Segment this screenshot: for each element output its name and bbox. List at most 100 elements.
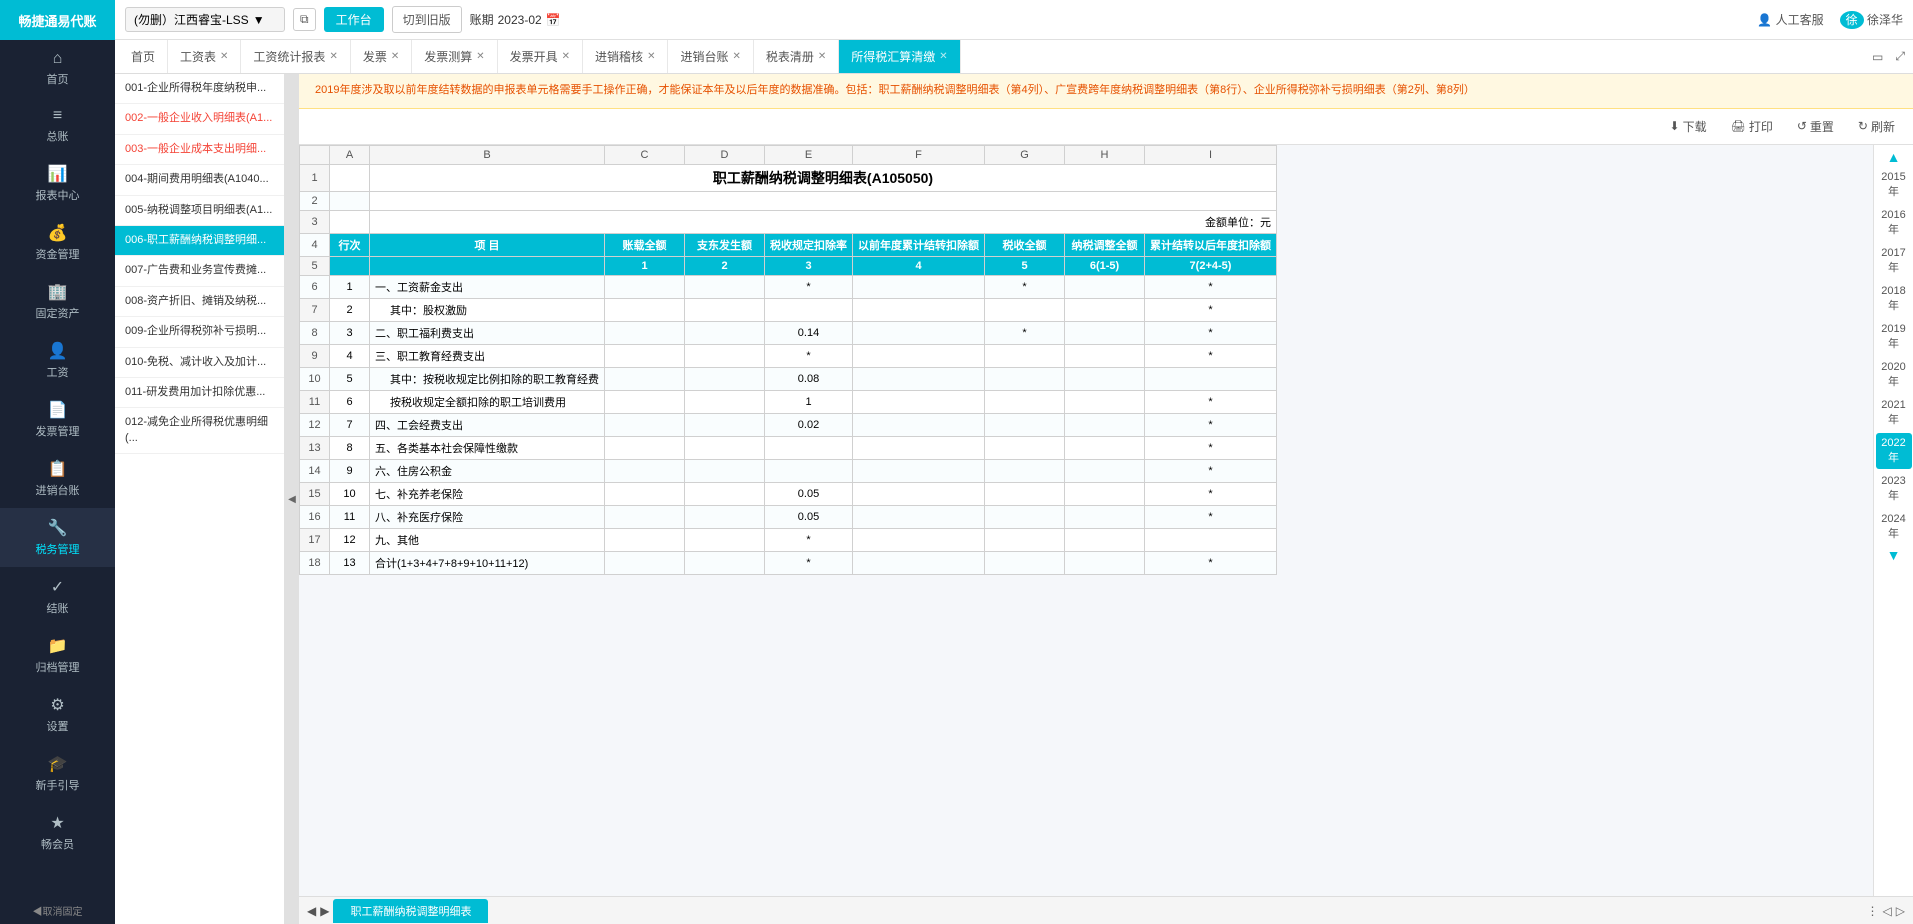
tab-close-icon[interactable]: ✕	[220, 51, 228, 62]
tab-label: 税表清册	[766, 48, 814, 65]
sidebar-item-purchase-sales[interactable]: 📋 进销台账	[0, 449, 115, 508]
copy-button[interactable]: ⧉	[293, 8, 316, 31]
year-2022[interactable]: 2022年	[1876, 433, 1912, 469]
year-2015[interactable]: 2015年	[1876, 167, 1912, 203]
topbar: (勿删）江西睿宝-LSS ▼ ⧉ 工作台 切到旧版 账期 2023-02 📅 👤…	[115, 0, 1913, 40]
report-item-008[interactable]: 008-资产折旧、摊销及纳税...	[115, 287, 284, 317]
year-2021[interactable]: 2021年	[1876, 395, 1912, 431]
year-scroll-down[interactable]: ▼	[1887, 547, 1901, 563]
tab-tax-register[interactable]: 税表清册 ✕	[754, 40, 839, 74]
workbench-button[interactable]: 工作台	[324, 7, 384, 32]
period-text-label: 账期	[470, 11, 494, 28]
header-item-col: 项 目	[370, 233, 605, 256]
customer-service[interactable]: 👤 人工客服	[1757, 11, 1823, 28]
report-item-012[interactable]: 012-减免企业所得税优惠明细(...	[115, 408, 284, 454]
refresh-button[interactable]: ↻ 刷新	[1852, 115, 1901, 138]
tab-close-icon[interactable]: ✕	[562, 51, 570, 62]
report-item-009[interactable]: 009-企业所得税弥补亏损明...	[115, 317, 284, 347]
subheader-3: 3	[765, 256, 853, 275]
subheader-1: 1	[605, 256, 685, 275]
year-scroll-up[interactable]: ▲	[1887, 149, 1901, 165]
year-2018[interactable]: 2018年	[1876, 281, 1912, 317]
sidebar-item-tax[interactable]: 🔧 税务管理	[0, 508, 115, 567]
sheet-nav-right[interactable]: ▶	[320, 904, 329, 918]
tab-close-icon[interactable]: ✕	[732, 51, 740, 62]
tab-invoice-issue[interactable]: 发票开具 ✕	[498, 40, 583, 74]
sidebar-unpin-button[interactable]: ◀取消固定	[0, 897, 115, 924]
sidebar-item-settings[interactable]: ⚙ 设置	[0, 685, 115, 744]
cell-seq: 11	[330, 505, 370, 528]
year-2019[interactable]: 2019年	[1876, 319, 1912, 355]
user-profile[interactable]: 徐 徐泽华	[1840, 11, 1903, 28]
year-2016[interactable]: 2016年	[1876, 205, 1912, 241]
year-2017[interactable]: 2017年	[1876, 243, 1912, 279]
reset-button[interactable]: ↺ 重置	[1791, 115, 1840, 138]
report-item-007[interactable]: 007-广告费和业务宣传费摊...	[115, 256, 284, 286]
sidebar-item-tutorial[interactable]: 🎓 新手引导	[0, 744, 115, 803]
tab-purchase-verify[interactable]: 进销稽核 ✕	[583, 40, 668, 74]
sidebar-item-membership[interactable]: ★ 畅会员	[0, 803, 115, 862]
tab-close-icon[interactable]: ✕	[476, 51, 484, 62]
report-item-003[interactable]: 003-一般企业成本支出明细...	[115, 135, 284, 165]
bottom-tab-salary-adjustment[interactable]: 职工薪酬纳税调整明细表	[333, 899, 488, 923]
tab-maximize-icon[interactable]: ⤢	[1891, 47, 1909, 66]
sidebar-item-invoice[interactable]: 📄 发票管理	[0, 390, 115, 449]
sidebar-item-assets[interactable]: 🏢 固定资产	[0, 272, 115, 331]
cell-label: 合计(1+3+4+7+8+9+10+11+12)	[370, 551, 605, 574]
sidebar-item-payroll[interactable]: 👤 工资	[0, 331, 115, 390]
tab-minimize-icon[interactable]: ▭	[1868, 48, 1887, 66]
cell-c	[605, 390, 685, 413]
tab-close-icon[interactable]: ✕	[939, 51, 947, 62]
spreadsheet-scroll-area[interactable]: A B C D E F G H I	[299, 145, 1873, 896]
year-2024[interactable]: 2024年	[1876, 509, 1912, 545]
tab-purchase-ledger[interactable]: 进销台账 ✕	[668, 40, 753, 74]
collapse-panel-button[interactable]: ◀	[285, 74, 299, 924]
sidebar-item-finance[interactable]: 💰 资金管理	[0, 213, 115, 272]
sidebar-item-ledger[interactable]: ≡ 总账	[0, 97, 115, 154]
tab-close-icon[interactable]: ✕	[647, 51, 655, 62]
company-selector[interactable]: (勿删）江西睿宝-LSS ▼	[125, 7, 285, 32]
tab-label: 首页	[131, 48, 155, 65]
report-item-002[interactable]: 002-一般企业收入明细表(A1...	[115, 104, 284, 134]
report-item-004[interactable]: 004-期间费用明细表(A1040...	[115, 165, 284, 195]
tab-invoice-calc[interactable]: 发票测算 ✕	[412, 40, 497, 74]
print-button[interactable]: 🖨 打印	[1725, 115, 1779, 138]
cell-label: 三、职工教育经费支出	[370, 344, 605, 367]
cell-label: 九、其他	[370, 528, 605, 551]
tab-close-icon[interactable]: ✕	[818, 51, 826, 62]
sidebar-item-reports[interactable]: 📊 报表中心	[0, 154, 115, 213]
switch-old-button[interactable]: 切到旧版	[392, 6, 462, 33]
year-2020[interactable]: 2020年	[1876, 357, 1912, 393]
tab-label: 进销台账	[680, 48, 728, 65]
cell-f	[853, 321, 985, 344]
calendar-icon[interactable]: 📅	[546, 13, 561, 27]
tab-home[interactable]: 首页	[119, 40, 168, 74]
username-label: 徐泽华	[1867, 13, 1903, 27]
cell-seq: 13	[330, 551, 370, 574]
tab-close-icon[interactable]: ✕	[391, 51, 399, 62]
header-G: 税收全额	[985, 233, 1065, 256]
cell-seq: 12	[330, 528, 370, 551]
tab-income-tax[interactable]: 所得税汇算清缴 ✕	[839, 40, 960, 74]
report-item-010[interactable]: 010-免税、减计收入及加计...	[115, 348, 284, 378]
sheet-scroll-left[interactable]: ◁	[1883, 904, 1892, 918]
row-num: 3	[300, 210, 330, 233]
year-2023[interactable]: 2023年	[1876, 471, 1912, 507]
tab-invoice[interactable]: 发票 ✕	[351, 40, 412, 74]
report-item-005[interactable]: 005-纳税调整项目明细表(A1...	[115, 196, 284, 226]
sidebar-item-archive[interactable]: 📁 归档管理	[0, 626, 115, 685]
sheet-menu-icon[interactable]: ⋮	[1867, 904, 1879, 918]
tab-close-icon[interactable]: ✕	[329, 51, 337, 62]
report-item-011[interactable]: 011-研发费用加计扣除优惠...	[115, 378, 284, 408]
cell-label: 四、工会经费支出	[370, 413, 605, 436]
tab-payroll-table[interactable]: 工资表 ✕	[168, 40, 241, 74]
cell-d	[685, 367, 765, 390]
sidebar-item-close[interactable]: ✓ 结账	[0, 567, 115, 626]
sheet-scroll-right[interactable]: ▷	[1896, 904, 1905, 918]
report-item-006[interactable]: 006-职工薪酬纳税调整明细...	[115, 226, 284, 256]
download-button[interactable]: ⬇ 下载	[1664, 115, 1713, 138]
tab-payroll-stats[interactable]: 工资统计报表 ✕	[241, 40, 350, 74]
report-item-001[interactable]: 001-企业所得税年度纳税申...	[115, 74, 284, 104]
sheet-nav-left[interactable]: ◀	[307, 904, 316, 918]
sidebar-item-home[interactable]: ⌂ 首页	[0, 40, 115, 97]
